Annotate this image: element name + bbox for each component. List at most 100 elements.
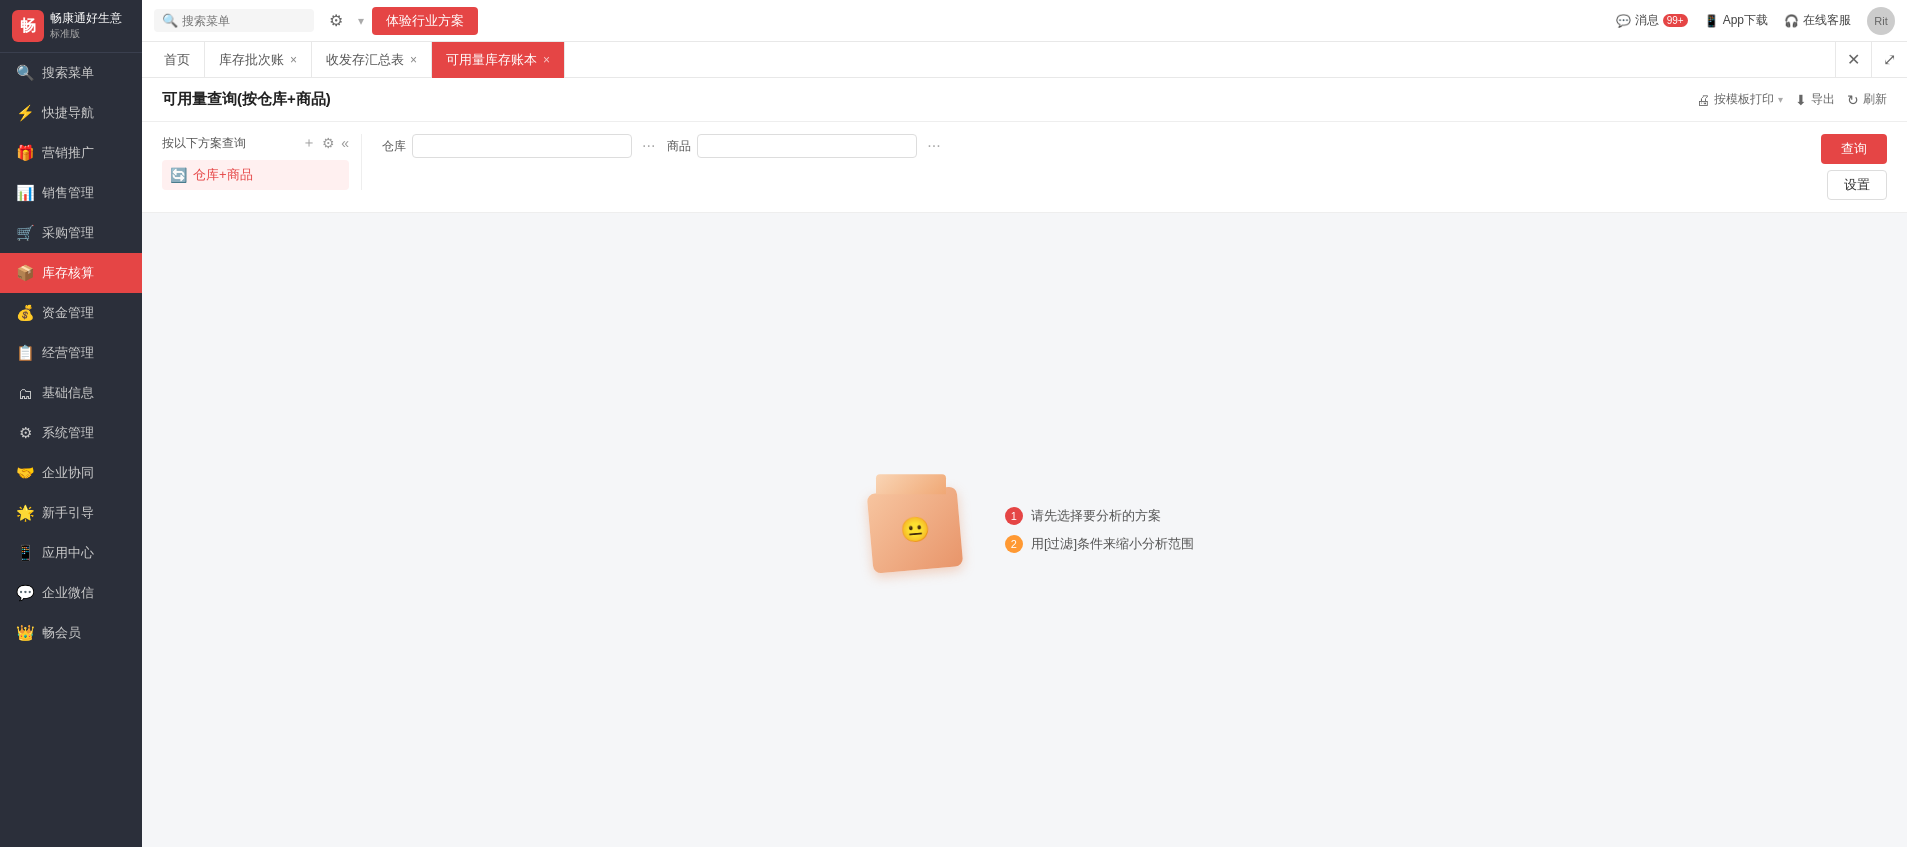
sidebar-item-label: 经营管理: [42, 344, 94, 362]
guide-icon: 🌟: [16, 504, 34, 522]
goods-more-btn[interactable]: ···: [927, 137, 940, 155]
page-actions: 🖨 按模板打印 ▾ ⬇ 导出 ↻ 刷新: [1696, 91, 1887, 108]
enterprise-icon: 🤝: [16, 464, 34, 482]
export-btn[interactable]: ⬇ 导出: [1795, 91, 1835, 108]
sidebar-item-label: 销售管理: [42, 184, 94, 202]
sidebar-item-enterprise[interactable]: 🤝 企业协同: [0, 453, 142, 493]
sidebar-item-label: 基础信息: [42, 384, 94, 402]
main-area: 🔍 ⚙ ▾ 体验行业方案 💬 消息 99+ 📱 App下载 🎧 在线客服 Rit: [142, 0, 1907, 847]
purchase-icon: 🛒: [16, 224, 34, 242]
filter-schemes: 按以下方案查询 ＋ ⚙ « 🔄 仓库+商品: [162, 134, 362, 190]
tip-num-2: 2: [1005, 535, 1023, 553]
topbar-search-box[interactable]: 🔍: [154, 9, 314, 32]
member-icon: 👑: [16, 624, 34, 642]
sidebar-item-app-center[interactable]: 📱 应用中心: [0, 533, 142, 573]
collapse-schemes-btn[interactable]: «: [341, 135, 349, 151]
empty-state: 😐 1 请先选择要分析的方案 2 用[过滤]条件来缩小分析范围: [142, 213, 1907, 847]
refresh-btn[interactable]: ↻ 刷新: [1847, 91, 1887, 108]
sidebar-item-search[interactable]: 🔍 搜索菜单: [0, 53, 142, 93]
sidebar-item-system[interactable]: ⚙ 系统管理: [0, 413, 142, 453]
sidebar-item-basic-info[interactable]: 🗂 基础信息: [0, 373, 142, 413]
close-window-btn[interactable]: ✕: [1835, 42, 1871, 78]
empty-tips: 1 请先选择要分析的方案 2 用[过滤]条件来缩小分析范围: [1005, 507, 1194, 553]
tab-home[interactable]: 首页: [150, 42, 205, 78]
print-btn[interactable]: 🖨 按模板打印 ▾: [1696, 91, 1783, 108]
sidebar: 畅 畅康通好生意 标准版 🔍 搜索菜单 ⚡ 快捷导航 🎁 营销推广 📊 销售管理…: [0, 0, 142, 847]
operations-icon: 📋: [16, 344, 34, 362]
window-controls: ✕ ⤢: [1835, 42, 1907, 78]
print-dropdown-icon[interactable]: ▾: [1778, 94, 1783, 105]
tab-available-stock[interactable]: 可用量库存账本 ×: [432, 42, 565, 78]
sidebar-item-label: 快捷导航: [42, 104, 94, 122]
search-input[interactable]: [182, 14, 306, 28]
logo-icon: 畅: [12, 10, 44, 42]
warehouse-input[interactable]: [412, 134, 632, 158]
sidebar-item-label: 企业协同: [42, 464, 94, 482]
settings-button[interactable]: 设置: [1827, 170, 1887, 200]
phone-icon: 📱: [1704, 14, 1719, 28]
sidebar-item-member[interactable]: 👑 畅会员: [0, 613, 142, 653]
sidebar-item-quick-nav[interactable]: ⚡ 快捷导航: [0, 93, 142, 133]
filter-fields: 仓库 ··· 商品 ···: [362, 134, 1809, 158]
scheme-icon: 🔄: [170, 167, 187, 183]
sidebar-item-purchase[interactable]: 🛒 采购管理: [0, 213, 142, 253]
filter-panel: 按以下方案查询 ＋ ⚙ « 🔄 仓库+商品 仓库 ··· 商品: [142, 122, 1907, 213]
message-btn[interactable]: 💬 消息 99+: [1616, 12, 1688, 29]
goods-input[interactable]: [697, 134, 917, 158]
sidebar-item-wechat[interactable]: 💬 企业微信: [0, 573, 142, 613]
app-download-btn[interactable]: 📱 App下载: [1704, 12, 1768, 29]
search-icon: 🔍: [162, 13, 178, 28]
sidebar-nav: 🔍 搜索菜单 ⚡ 快捷导航 🎁 营销推广 📊 销售管理 🛒 采购管理 📦 库存核…: [0, 53, 142, 847]
marketing-icon: 🎁: [16, 144, 34, 162]
schemes-header: 按以下方案查询 ＋ ⚙ «: [162, 134, 349, 152]
tab-close-batch-ledger[interactable]: ×: [290, 53, 297, 67]
empty-tip-2: 2 用[过滤]条件来缩小分析范围: [1005, 535, 1194, 553]
sidebar-item-marketing[interactable]: 🎁 营销推广: [0, 133, 142, 173]
gear-icon[interactable]: ⚙: [322, 7, 350, 35]
system-icon: ⚙: [16, 424, 34, 442]
warehouse-more-btn[interactable]: ···: [642, 137, 655, 155]
topbar-right: 💬 消息 99+ 📱 App下载 🎧 在线客服 Rit: [1616, 7, 1895, 35]
dropdown-icon[interactable]: ▾: [358, 14, 364, 28]
sidebar-item-label: 企业微信: [42, 584, 94, 602]
scheme-item-warehouse-goods[interactable]: 🔄 仓库+商品: [162, 160, 349, 190]
sidebar-item-sales[interactable]: 📊 销售管理: [0, 173, 142, 213]
tab-receive-send[interactable]: 收发存汇总表 ×: [312, 42, 432, 78]
tab-close-receive-send[interactable]: ×: [410, 53, 417, 67]
add-scheme-btn[interactable]: ＋: [302, 134, 316, 152]
sidebar-item-label: 应用中心: [42, 544, 94, 562]
refresh-icon: ↻: [1847, 92, 1859, 108]
trial-btn[interactable]: 体验行业方案: [372, 7, 478, 35]
sidebar-item-label: 新手引导: [42, 504, 94, 522]
manage-scheme-btn[interactable]: ⚙: [322, 135, 335, 151]
sidebar-item-operations[interactable]: 📋 经营管理: [0, 333, 142, 373]
sidebar-item-label: 搜索菜单: [42, 64, 94, 82]
sidebar-item-finance[interactable]: 💰 资金管理: [0, 293, 142, 333]
message-badge: 99+: [1663, 14, 1688, 27]
page-header: 可用量查询(按仓库+商品) 🖨 按模板打印 ▾ ⬇ 导出 ↻ 刷新: [142, 78, 1907, 122]
tab-close-available-stock[interactable]: ×: [543, 53, 550, 67]
empty-box: 😐: [867, 486, 964, 574]
empty-illustration: 😐: [855, 470, 975, 590]
sidebar-item-label: 资金管理: [42, 304, 94, 322]
online-service-btn[interactable]: 🎧 在线客服: [1784, 12, 1851, 29]
tip-num-1: 1: [1005, 507, 1023, 525]
wechat-icon: 💬: [16, 584, 34, 602]
sidebar-item-label: 营销推广: [42, 144, 94, 162]
maximize-window-btn[interactable]: ⤢: [1871, 42, 1907, 78]
sidebar-item-label: 畅会员: [42, 624, 81, 642]
logo-text: 畅康通好生意 标准版: [50, 11, 122, 41]
goods-label: 商品: [667, 138, 691, 155]
basic-info-icon: 🗂: [16, 385, 34, 402]
sidebar-item-inventory[interactable]: 📦 库存核算: [0, 253, 142, 293]
sidebar-item-label: 系统管理: [42, 424, 94, 442]
query-button[interactable]: 查询: [1821, 134, 1887, 164]
tab-batch-ledger[interactable]: 库存批次账 ×: [205, 42, 312, 78]
filter-field-goods: 商品 ···: [667, 134, 940, 158]
inventory-icon: 📦: [16, 264, 34, 282]
sidebar-item-guide[interactable]: 🌟 新手引导: [0, 493, 142, 533]
avatar[interactable]: Rit: [1867, 7, 1895, 35]
filter-field-warehouse: 仓库 ···: [382, 134, 655, 158]
warehouse-label: 仓库: [382, 138, 406, 155]
app-center-icon: 📱: [16, 544, 34, 562]
